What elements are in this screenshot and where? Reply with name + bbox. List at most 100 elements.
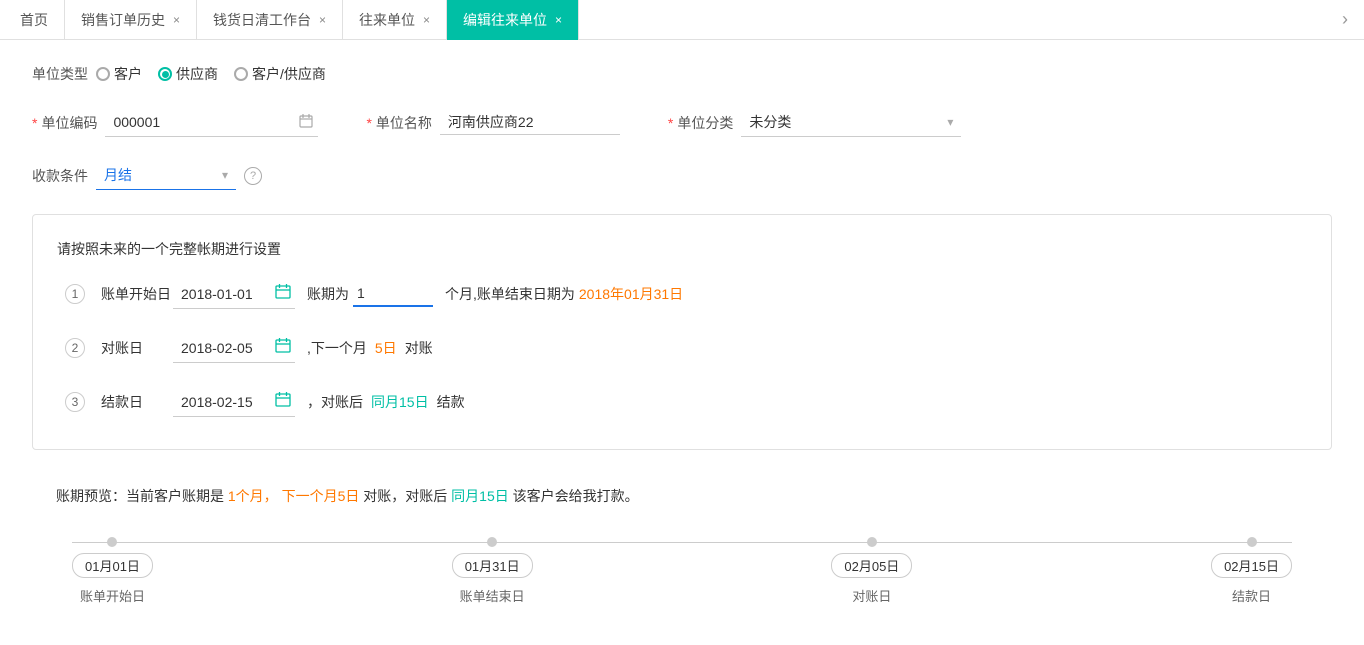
unit-class-select[interactable]: 未分类 ▾ — [741, 108, 961, 137]
payment-label: 收款条件 — [32, 166, 88, 186]
period-end-date: 2018年01月31日 — [579, 284, 683, 304]
timeline-container: 01月01日 账单开始日 01月31日 账单结束日 02月05日 对账日 — [56, 530, 1308, 605]
timeline-label-2: 账单结束日 — [460, 586, 525, 605]
page-content: 单位类型 客户 供应商 客户/供应商 * 单位编码 — [0, 40, 1364, 645]
period-box-title: 请按照未来的一个完整帐期进行设置 — [57, 239, 1307, 259]
unit-code-label: 单位编码 — [41, 113, 97, 133]
calendar-icon-3[interactable] — [275, 391, 291, 412]
radio-both-label: 客户/供应商 — [252, 64, 326, 84]
radio-both-circle — [234, 67, 248, 81]
payment-arrow-icon: ▾ — [222, 168, 228, 182]
payment-row: 收款条件 月结 ▾ ? — [32, 161, 1332, 190]
period-num-1: 1 — [65, 284, 85, 304]
period-field-label-1: 账单开始日 — [101, 284, 157, 304]
radio-supplier-label: 供应商 — [176, 64, 218, 84]
period-date-input-2 — [173, 333, 295, 363]
close-tab-sales-history[interactable]: × — [173, 13, 180, 27]
unit-type-radio-group: 客户 供应商 客户/供应商 — [96, 64, 326, 84]
preview-end: 该客户会给我打款。 — [513, 488, 639, 504]
period-months-input[interactable] — [353, 281, 433, 307]
period-day-3: 同月15日 — [371, 392, 429, 412]
preview-text: 账期预览：当前客户账期是 1个月， 下一个月5日 对账，对账后 同月15日 该客… — [56, 486, 1308, 506]
radio-customer-circle — [96, 67, 110, 81]
unit-type-label: 单位类型 — [32, 64, 88, 84]
period-date-1[interactable] — [181, 286, 271, 302]
unit-class-label: 单位分类 — [677, 113, 733, 133]
period-suffix-1a: 账期为 — [307, 284, 349, 304]
period-row-2: 2 对账日 ,下一个月 5日 对账 — [57, 333, 1307, 363]
unit-class-required-star: * — [668, 115, 673, 131]
unit-name-required-star: * — [366, 115, 371, 131]
period-field-label-3: 结款日 — [101, 392, 157, 412]
unit-class-value: 未分类 — [749, 112, 939, 132]
timeline-date-badge-2: 01月31日 — [452, 553, 533, 578]
unit-code-input-wrap — [105, 109, 318, 137]
period-row-3: 3 结款日 ，对账后 同月15日 结款 — [57, 387, 1307, 417]
timeline-points: 01月01日 账单开始日 01月31日 账单结束日 02月05日 对账日 — [72, 530, 1292, 605]
timeline-point-2: 01月31日 账单结束日 — [452, 530, 533, 605]
tab-sales-history[interactable]: 销售订单历史 × — [65, 0, 197, 40]
preview-part1: 1个月， — [228, 488, 278, 504]
timeline-point-4: 02月15日 结款日 — [1211, 530, 1292, 605]
timeline-label-3: 对账日 — [852, 586, 891, 605]
unit-code-icon[interactable] — [298, 113, 314, 132]
timeline-date-badge-1: 01月01日 — [72, 553, 153, 578]
close-tab-partner[interactable]: × — [423, 13, 430, 27]
radio-both[interactable]: 客户/供应商 — [234, 64, 326, 84]
calendar-icon-1[interactable] — [275, 283, 291, 304]
unit-name-input[interactable] — [440, 110, 620, 135]
timeline-dot-2 — [487, 537, 497, 547]
unit-info-row: * 单位编码 * 单位名称 * 单位 — [32, 108, 1332, 137]
period-field-label-2: 对账日 — [101, 338, 157, 358]
timeline-label-4: 结款日 — [1232, 586, 1271, 605]
radio-customer-label: 客户 — [114, 64, 142, 84]
period-num-3: 3 — [65, 392, 85, 412]
unit-type-item: 单位类型 客户 供应商 客户/供应商 — [32, 64, 326, 84]
unit-code-item: * 单位编码 — [32, 109, 318, 137]
payment-item: 收款条件 月结 ▾ ? — [32, 161, 262, 190]
timeline-date-badge-3: 02月05日 — [831, 553, 912, 578]
period-day-2: 5日 — [375, 338, 397, 358]
radio-customer[interactable]: 客户 — [96, 64, 142, 84]
tab-partner[interactable]: 往来单位 × — [343, 0, 447, 40]
close-tab-cash-work[interactable]: × — [319, 13, 326, 27]
period-date-2[interactable] — [181, 340, 271, 356]
timeline-date-badge-4: 02月15日 — [1211, 553, 1292, 578]
payment-help-icon[interactable]: ? — [244, 167, 262, 185]
period-row-1: 1 账单开始日 账期为 个月,账单结束日期为 2018年01月31日 — [57, 279, 1307, 309]
preview-label: 账期预览：当前客户账期是 — [56, 488, 224, 504]
period-suffix-2b: 对账 — [405, 338, 433, 358]
tab-bar: 首页 销售订单历史 × 钱货日清工作台 × 往来单位 × 编辑往来单位 × › — [0, 0, 1364, 40]
radio-supplier[interactable]: 供应商 — [158, 64, 218, 84]
timeline-label-1: 账单开始日 — [80, 586, 145, 605]
unit-class-item: * 单位分类 未分类 ▾ — [668, 108, 961, 137]
period-date-3[interactable] — [181, 394, 271, 410]
unit-name-label: 单位名称 — [376, 113, 432, 133]
period-suffix-3a: ，对账后 — [307, 392, 363, 412]
unit-code-required-star: * — [32, 115, 37, 131]
period-suffix-3b: 结款 — [437, 392, 465, 412]
tab-cash-work[interactable]: 钱货日清工作台 × — [197, 0, 343, 40]
timeline-dot-3 — [867, 537, 877, 547]
preview-part2: 下一个月5日 — [282, 488, 360, 504]
payment-value: 月结 — [104, 165, 132, 185]
tab-edit-partner[interactable]: 编辑往来单位 × — [447, 0, 579, 40]
period-box: 请按照未来的一个完整帐期进行设置 1 账单开始日 账期为 个月,账单结束日期为 — [32, 214, 1332, 450]
unit-code-input[interactable] — [113, 114, 294, 130]
tab-expand-icon[interactable]: › — [1334, 9, 1356, 30]
unit-class-arrow-icon: ▾ — [947, 115, 953, 129]
tab-home[interactable]: 首页 — [8, 0, 65, 40]
calendar-icon-2[interactable] — [275, 337, 291, 358]
period-date-input-1 — [173, 279, 295, 309]
payment-select[interactable]: 月结 ▾ — [96, 161, 236, 190]
timeline-dot-1 — [107, 537, 117, 547]
preview-middle: 对账，对账后 — [363, 488, 447, 504]
unit-type-row: 单位类型 客户 供应商 客户/供应商 — [32, 64, 1332, 84]
unit-name-item: * 单位名称 — [366, 110, 619, 135]
period-suffix-1b: 个月,账单结束日期为 — [445, 284, 575, 304]
close-tab-edit-partner[interactable]: × — [555, 13, 562, 27]
period-suffix-2a: ,下一个月 — [307, 338, 367, 358]
preview-part3: 同月15日 — [451, 488, 509, 504]
period-num-2: 2 — [65, 338, 85, 358]
timeline-point-3: 02月05日 对账日 — [831, 530, 912, 605]
